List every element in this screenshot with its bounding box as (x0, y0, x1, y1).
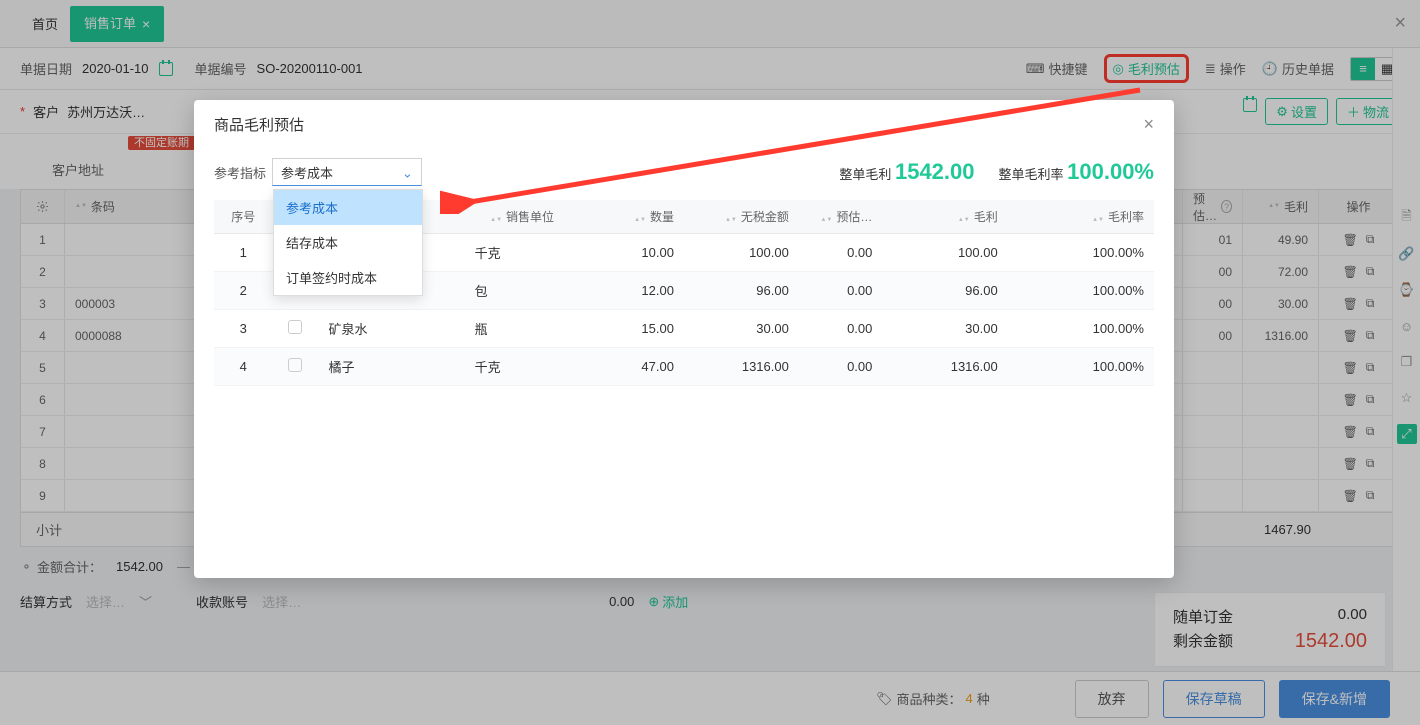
profit-modal: 商品毛利预估 × 参考指标 参考成本 ⌃ 参考成本 结存成本 订单签约时成本 整… (194, 100, 1174, 578)
cell-notax: 100.00 (684, 234, 799, 272)
pth-notax[interactable]: ▲▼无税金额 (684, 200, 799, 234)
cell-seq: 1 (214, 234, 272, 272)
pth-est[interactable]: ▲▼预估… (799, 200, 883, 234)
metric-dropdown: 参考成本 结存成本 订单签约时成本 (273, 189, 423, 296)
modal-title: 商品毛利预估 (214, 114, 304, 135)
cell-rate: 100.00% (1008, 348, 1154, 386)
total-profit-value: 1542.00 (895, 159, 975, 184)
metric-label: 参考指标 (214, 163, 266, 182)
cell-est: 0.00 (799, 348, 883, 386)
metric-option-ref-cost[interactable]: 参考成本 (274, 190, 422, 225)
cell-qty: 10.00 (580, 234, 684, 272)
cell-name: 矿泉水 (318, 310, 464, 348)
pth-profit[interactable]: ▲▼毛利 (882, 200, 1007, 234)
cell-notax: 30.00 (684, 310, 799, 348)
cell-qty: 47.00 (580, 348, 684, 386)
cell-notax: 96.00 (684, 272, 799, 310)
cell-checkbox[interactable] (272, 310, 318, 348)
modal-close-icon[interactable]: × (1143, 114, 1154, 135)
total-rate-value: 100.00% (1067, 159, 1154, 184)
cell-rate: 100.00% (1008, 272, 1154, 310)
cell-unit: 包 (465, 272, 580, 310)
cell-qty: 15.00 (580, 310, 684, 348)
cell-rate: 100.00% (1008, 234, 1154, 272)
cell-profit: 1316.00 (882, 348, 1007, 386)
cell-est: 0.00 (799, 234, 883, 272)
profit-row: 4 橘子 千克 47.00 1316.00 0.00 1316.00 100.0… (214, 348, 1154, 386)
profit-row: 3 矿泉水 瓶 15.00 30.00 0.00 30.00 100.00% (214, 310, 1154, 348)
metric-option-balance-cost[interactable]: 结存成本 (274, 225, 422, 260)
cell-profit: 30.00 (882, 310, 1007, 348)
cell-seq: 4 (214, 348, 272, 386)
pth-rate[interactable]: ▲▼毛利率 (1008, 200, 1154, 234)
metric-select[interactable]: 参考成本 ⌃ 参考成本 结存成本 订单签约时成本 (272, 158, 422, 186)
cell-seq: 2 (214, 272, 272, 310)
metric-option-sign-cost[interactable]: 订单签约时成本 (274, 260, 422, 295)
cell-profit: 100.00 (882, 234, 1007, 272)
cell-name: 橘子 (318, 348, 464, 386)
cell-rate: 100.00% (1008, 310, 1154, 348)
cell-unit: 千克 (465, 348, 580, 386)
cell-est: 0.00 (799, 310, 883, 348)
pth-qty[interactable]: ▲▼数量 (580, 200, 684, 234)
total-profit-label: 整单毛利 (839, 167, 891, 182)
cell-checkbox[interactable] (272, 348, 318, 386)
cell-est: 0.00 (799, 272, 883, 310)
cell-seq: 3 (214, 310, 272, 348)
metric-value: 参考成本 (281, 163, 333, 182)
pth-seq[interactable]: 序号 (214, 200, 272, 234)
cell-unit: 瓶 (465, 310, 580, 348)
chevron-up-icon: ⌃ (402, 164, 413, 180)
cell-notax: 1316.00 (684, 348, 799, 386)
cell-profit: 96.00 (882, 272, 1007, 310)
cell-qty: 12.00 (580, 272, 684, 310)
pth-unit[interactable]: ▲▼销售单位 (465, 200, 580, 234)
cell-unit: 千克 (465, 234, 580, 272)
total-rate-label: 整单毛利率 (999, 167, 1064, 182)
